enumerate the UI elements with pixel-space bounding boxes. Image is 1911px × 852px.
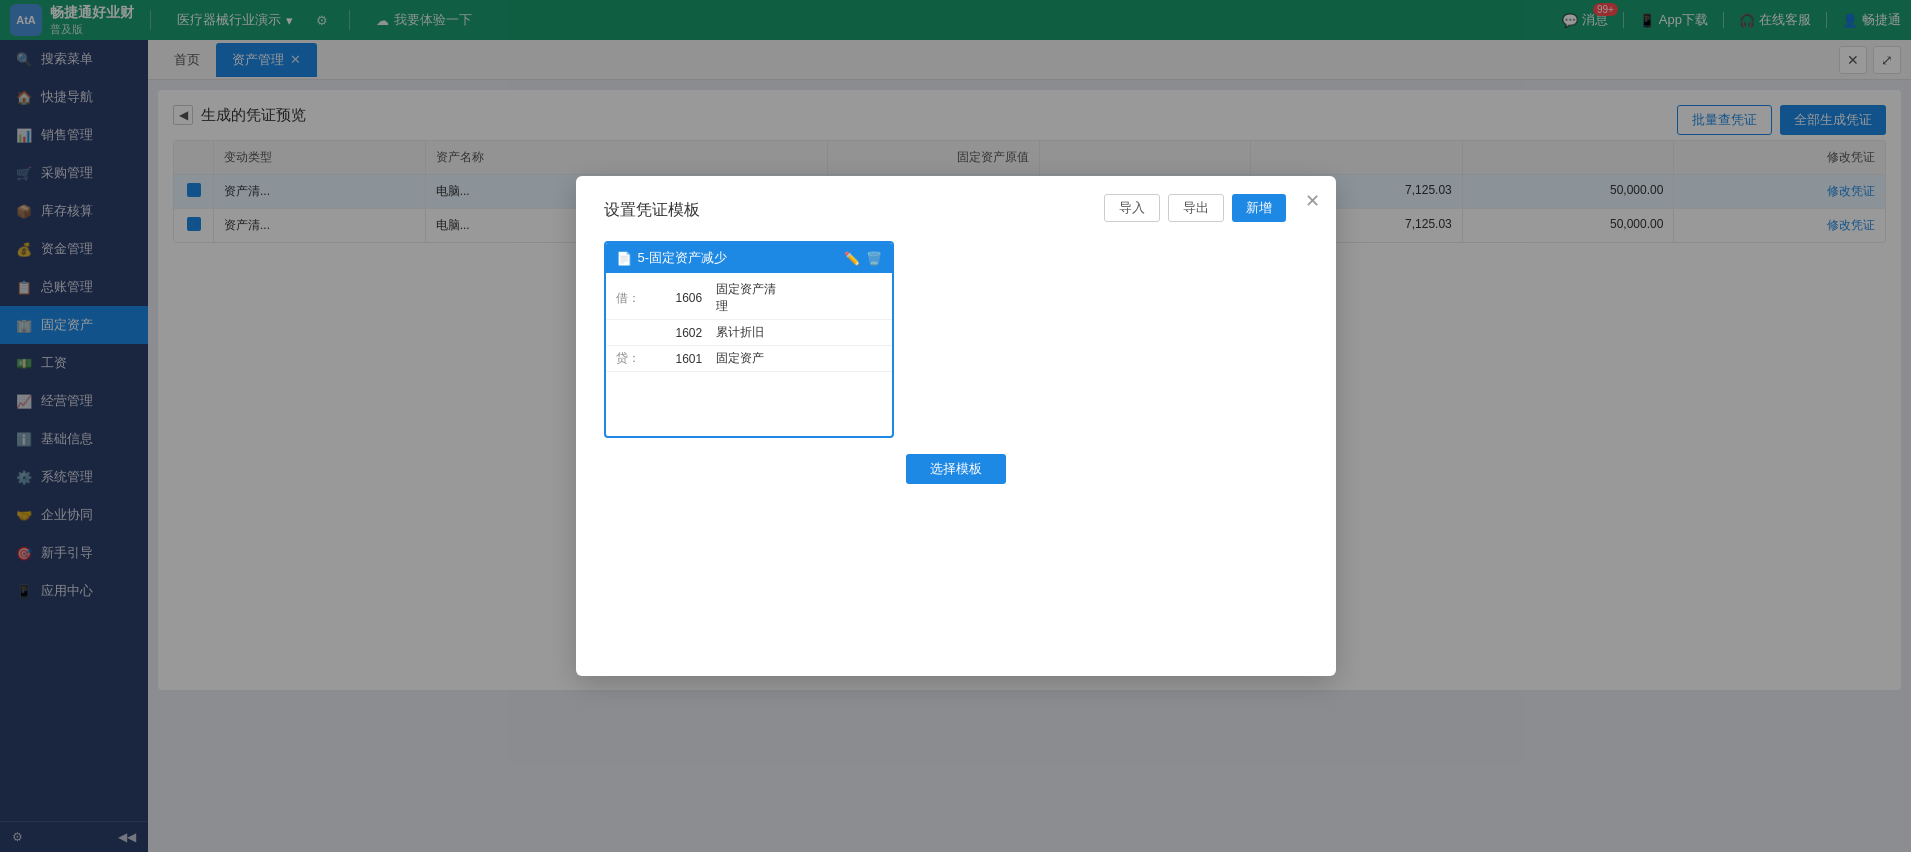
debit-code-2: 1602 xyxy=(676,326,716,340)
import-btn[interactable]: 导入 xyxy=(1104,194,1160,222)
modal-action-buttons: 导入 导出 新增 xyxy=(1104,194,1286,222)
template-edit-icon[interactable]: ✏️ xyxy=(844,251,860,266)
template-empty-row-2 xyxy=(606,402,892,432)
template-title: 5-固定资产减少 xyxy=(638,249,728,267)
template-card-title-area: 📄 5-固定资产减少 xyxy=(616,249,728,267)
template-card-body: 借： 1606 固定资产清理 1602 累计折旧 贷： 1601 固定资产 xyxy=(606,273,892,436)
template-card-action-icons: ✏️ 🗑️ xyxy=(844,251,882,266)
modal-overlay: 设置凭证模板 ✕ 导入 导出 新增 📄 5-固定资产减少 ✏️ 🗑️ 借： xyxy=(0,0,1911,852)
new-btn[interactable]: 新增 xyxy=(1232,194,1286,222)
export-btn[interactable]: 导出 xyxy=(1168,194,1224,222)
select-template-btn[interactable]: 选择模板 xyxy=(906,454,1006,484)
debit-label-1: 借： xyxy=(616,290,676,307)
template-delete-icon[interactable]: 🗑️ xyxy=(866,251,882,266)
debit-name-2: 累计折旧 xyxy=(716,324,782,341)
debit-code-1: 1606 xyxy=(676,291,716,305)
modal-set-voucher-template: 设置凭证模板 ✕ 导入 导出 新增 📄 5-固定资产减少 ✏️ 🗑️ 借： xyxy=(576,176,1336,676)
template-card: 📄 5-固定资产减少 ✏️ 🗑️ 借： 1606 固定资产清理 xyxy=(604,241,894,438)
debit-name-1: 固定资产清理 xyxy=(716,281,782,315)
credit-name-1: 固定资产 xyxy=(716,350,782,367)
modal-close-btn[interactable]: ✕ xyxy=(1305,190,1320,212)
template-row-debit-1: 借： 1606 固定资产清理 xyxy=(606,277,892,320)
template-card-header: 📄 5-固定资产减少 ✏️ 🗑️ xyxy=(606,243,892,273)
template-doc-icon: 📄 xyxy=(616,251,632,266)
credit-code-1: 1601 xyxy=(676,352,716,366)
credit-label-1: 贷： xyxy=(616,350,676,367)
template-empty-row xyxy=(606,372,892,402)
template-row-credit-1: 贷： 1601 固定资产 xyxy=(606,346,892,372)
template-row-debit-2: 1602 累计折旧 xyxy=(606,320,892,346)
